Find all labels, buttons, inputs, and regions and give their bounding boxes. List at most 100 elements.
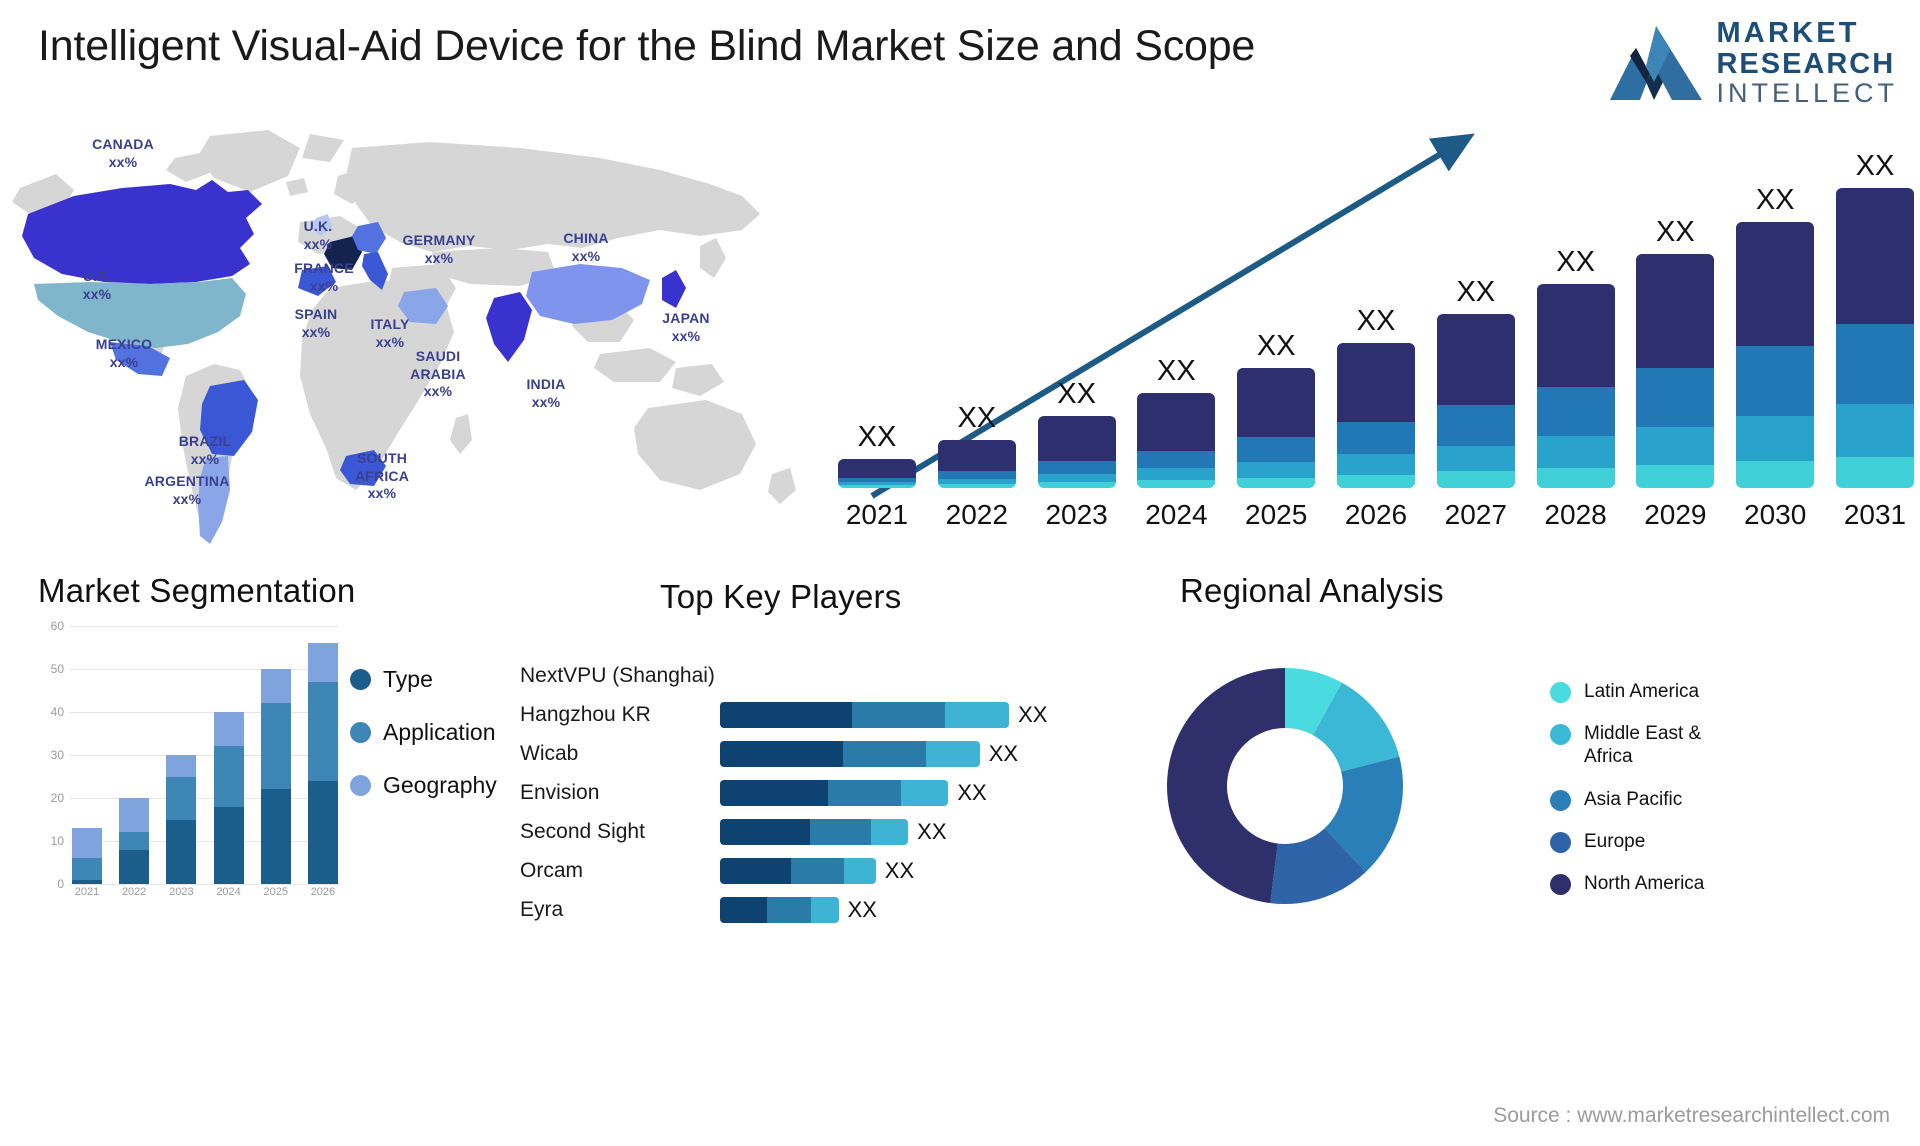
forecast-bar-stack xyxy=(1237,368,1316,488)
player-bar-segment-s1 xyxy=(720,701,853,728)
forecast-bar-segment-seg1 xyxy=(1835,456,1914,488)
forecast-bar-value: XX xyxy=(857,421,897,454)
segmentation-segment-geography xyxy=(260,669,291,704)
forecast-bar-segment-seg4 xyxy=(1037,415,1116,462)
forecast-bar-segment-seg1 xyxy=(1037,481,1116,488)
segmentation-bar-2024 xyxy=(213,712,244,884)
forecast-bar-value: XX xyxy=(1855,150,1895,183)
map-country-japan xyxy=(662,270,686,308)
forecast-bar-segment-seg4 xyxy=(1636,254,1715,369)
forecast-bar-value: XX xyxy=(1755,184,1795,217)
segmentation-segment-application xyxy=(72,858,102,880)
map-label-spain: SPAIN xx% xyxy=(294,306,338,340)
segmentation-x-axis: 2021 2022 2023 2024 2025 2026 xyxy=(72,886,338,906)
regional-legend-item: Europe xyxy=(1550,830,1754,853)
forecast-bar-segment-seg4 xyxy=(937,440,1016,472)
player-bar-segment-s1 xyxy=(720,818,811,845)
forecast-bar-stack xyxy=(838,459,916,488)
forecast-bar-2023: XX xyxy=(1037,377,1116,488)
segmentation-segment-application xyxy=(119,832,150,850)
regional-analysis-title: Regional Analysis xyxy=(1180,572,1444,609)
map-label-italy: ITALY xx% xyxy=(370,316,410,350)
forecast-bar-stack xyxy=(1835,188,1914,488)
map-country-china xyxy=(526,264,650,324)
segmentation-segment-application xyxy=(260,703,291,790)
forecast-bar-segment-seg4 xyxy=(1536,284,1615,387)
segmentation-legend-item-geography: Geography xyxy=(350,772,497,799)
map-label-canada: CANADA xx% xyxy=(92,136,154,170)
player-bar-wrap: XX xyxy=(720,701,1047,728)
segmentation-legend-label: Geography xyxy=(383,772,497,798)
regional-legend-item: North America xyxy=(1550,872,1754,895)
player-bar-segment-s2 xyxy=(810,818,871,845)
forecast-bar-stack xyxy=(1536,284,1615,488)
forecast-bar-segment-seg1 xyxy=(838,484,916,488)
player-row: Hangzhou KR XX xyxy=(520,695,1100,734)
forecast-bar-value: XX xyxy=(1157,354,1196,387)
regional-legend-item: Latin America xyxy=(1550,680,1754,703)
forecast-bar-segment-seg2 xyxy=(1736,415,1815,462)
forecast-bar-2030: XX xyxy=(1736,184,1815,488)
forecast-bar-value: XX xyxy=(1356,305,1396,338)
forecast-bar-2025: XX xyxy=(1237,330,1316,488)
market-segmentation-title: Market Segmentation xyxy=(38,572,356,609)
forecast-bar-segment-seg2 xyxy=(1835,404,1914,457)
forecast-bar-2028: XX xyxy=(1536,246,1615,488)
forecast-bar-stack xyxy=(1137,392,1216,488)
segmentation-gridline xyxy=(70,884,338,885)
forecast-bar-segment-seg1 xyxy=(1636,465,1715,488)
regional-legend-label: Europe xyxy=(1584,830,1646,852)
forecast-bar-value: XX xyxy=(1057,377,1096,410)
player-bar xyxy=(720,779,949,806)
forecast-bar-segment-seg4 xyxy=(1835,188,1914,324)
player-row: NextVPU (Shanghai) xyxy=(520,656,1100,695)
regional-legend: Latin America Middle East & Africa Asia Pa… xyxy=(1550,680,1754,914)
forecast-bar-segment-seg2 xyxy=(1336,453,1415,475)
segmentation-legend-label: Application xyxy=(383,719,496,745)
segmentation-y-tick: 30 xyxy=(50,748,64,762)
segmentation-bar-2023 xyxy=(166,755,197,884)
map-label-us: U.S. xx% xyxy=(82,268,112,302)
player-name: Hangzhou KR xyxy=(520,702,651,726)
segmentation-segment-type xyxy=(260,789,291,884)
forecast-bar-segment-seg2 xyxy=(1436,445,1515,472)
player-bar-segment-s1 xyxy=(720,857,791,884)
legend-dot-icon xyxy=(1550,873,1571,895)
segmentation-segment-geography xyxy=(213,712,244,747)
player-bar-segment-s3 xyxy=(811,896,839,923)
forecast-bar-segment-seg3 xyxy=(1736,346,1815,416)
player-bar-segment-s3 xyxy=(901,779,949,806)
map-label-south-africa: SOUTH AFRICA xx% xyxy=(354,450,410,501)
forecast-year-label: 2029 xyxy=(1644,499,1707,530)
forecast-bar-value: XX xyxy=(1656,216,1695,249)
player-name: Second Sight xyxy=(520,819,645,843)
forecast-year-label: 2021 xyxy=(845,499,909,530)
forecast-bar-segment-seg1 xyxy=(1237,477,1316,488)
segmentation-segment-type xyxy=(166,819,197,884)
segmentation-segment-type xyxy=(72,879,102,884)
forecast-bar-segment-seg3 xyxy=(1037,461,1116,474)
segmentation-y-tick: 40 xyxy=(50,705,64,719)
segmentation-y-tick: 60 xyxy=(50,619,64,633)
forecast-bar-segment-seg1 xyxy=(1137,479,1216,488)
player-bar xyxy=(720,857,876,884)
forecast-bar-segment-seg3 xyxy=(1237,437,1316,463)
logo-line-2: RESEARCH xyxy=(1716,47,1896,80)
page-title: Intelligent Visual-Aid Device for the Bl… xyxy=(38,22,1256,70)
forecast-bar-segment-seg3 xyxy=(937,471,1016,479)
map-label-japan: JAPAN xx% xyxy=(662,310,710,344)
forecast-bar-segment-seg2 xyxy=(1237,462,1316,478)
forecast-bar-segment-seg1 xyxy=(1736,461,1815,488)
map-label-france: FRANCE xx% xyxy=(294,260,354,294)
forecast-bars: XX XX XX XX XX XX XX XX XX XX XX xyxy=(838,148,1914,488)
segmentation-segment-type xyxy=(213,806,244,884)
forecast-year-label: 2031 xyxy=(1843,499,1907,530)
forecast-bar-stack xyxy=(1037,415,1116,488)
forecast-year-label: 2027 xyxy=(1444,499,1507,530)
player-bar xyxy=(720,896,839,923)
segmentation-segment-geography xyxy=(166,755,197,777)
forecast-year-axis: 2021 2022 2023 2024 2025 2026 2027 2028 2029 2030… xyxy=(838,494,1914,536)
player-bar xyxy=(720,818,909,845)
brand-logo: MARKET RESEARCH INTELLECT xyxy=(1610,18,1898,108)
map-label-china: CHINA xx% xyxy=(563,230,609,264)
